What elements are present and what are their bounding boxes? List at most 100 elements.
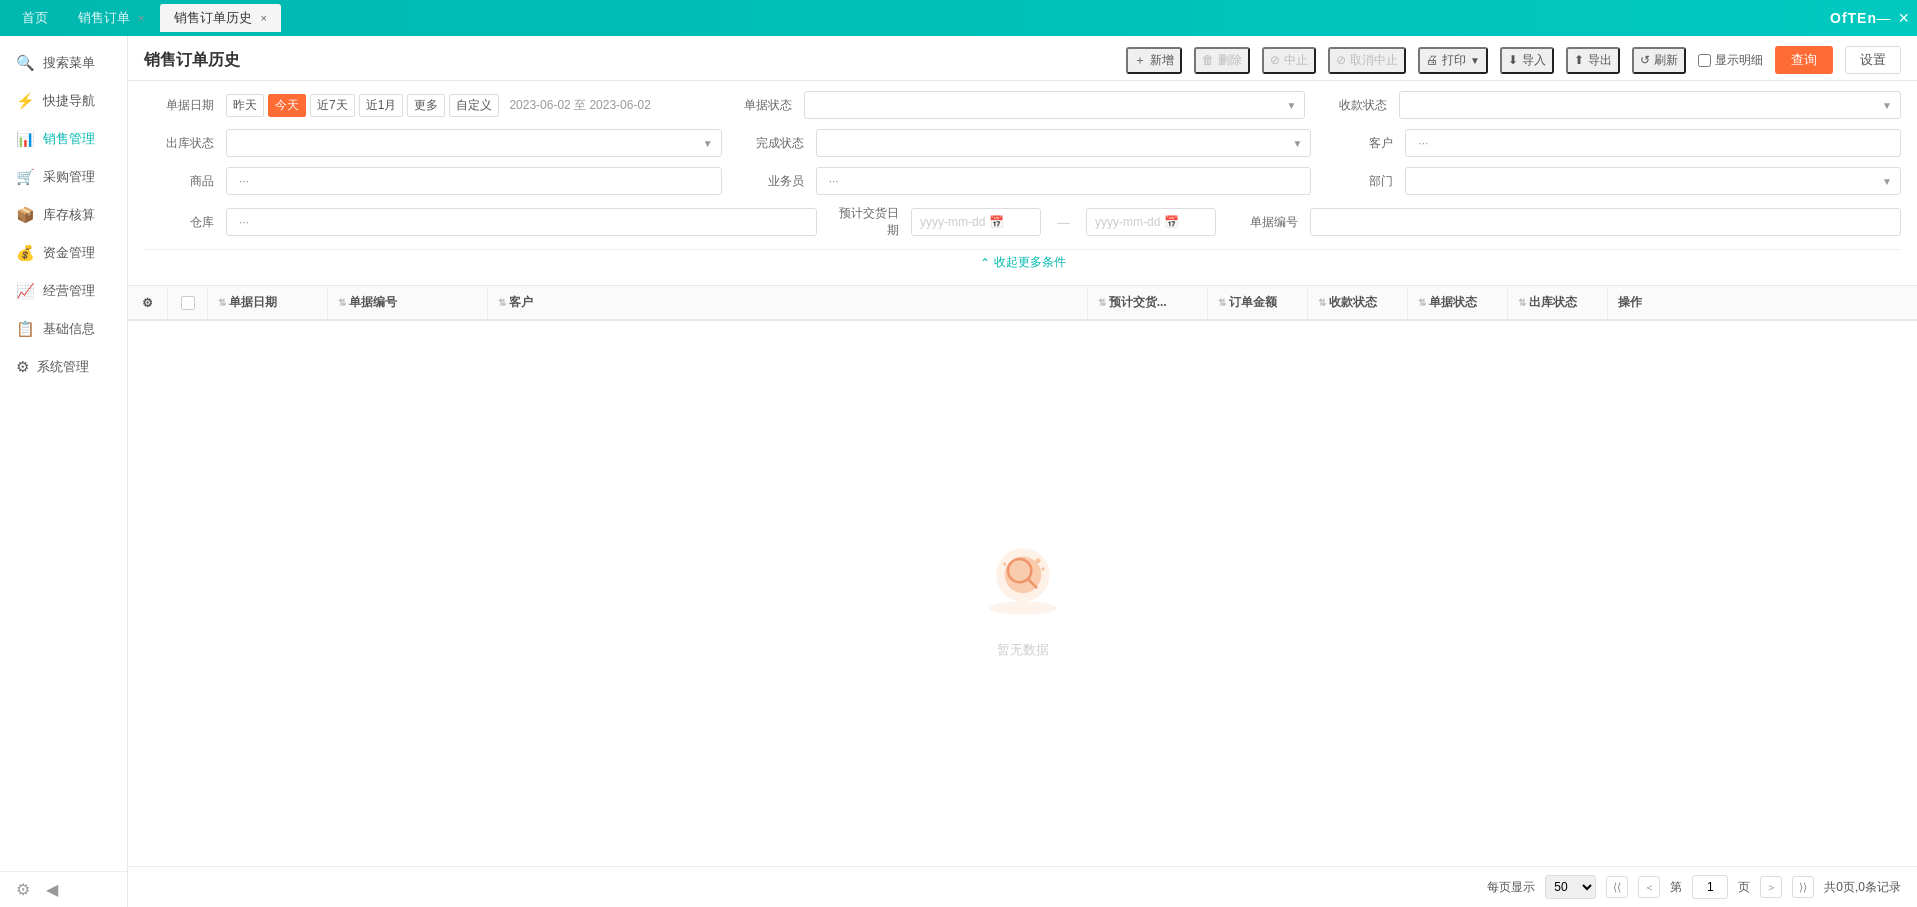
th-delivery[interactable]: ⇅ 预计交货... xyxy=(1088,286,1208,319)
salesman-input[interactable]: ··· xyxy=(816,167,1312,195)
goods-more-icon[interactable]: ··· xyxy=(235,174,253,188)
cancel-stop-icon: ⊘ xyxy=(1336,53,1346,67)
close-icon[interactable]: × xyxy=(1898,8,1909,29)
cancel-stop-button[interactable]: ⊘ 取消中止 xyxy=(1328,47,1406,74)
out-status-select[interactable]: ▼ xyxy=(226,129,722,157)
tab-home[interactable]: 首页 xyxy=(8,4,62,32)
goods-input[interactable]: ··· xyxy=(226,167,722,195)
date-btn-custom[interactable]: 自定义 xyxy=(449,94,499,117)
sidebar-settings-icon[interactable]: ⚙ xyxy=(16,880,30,899)
delete-button[interactable]: 🗑 删除 xyxy=(1194,47,1250,74)
collapse-btn[interactable]: ⌃ 收起更多条件 xyxy=(144,249,1901,275)
date-btn-yesterday[interactable]: 昨天 xyxy=(226,94,264,117)
display-cols-checkbox[interactable] xyxy=(1698,54,1711,67)
th-check[interactable] xyxy=(168,286,208,319)
pay-status-label: 收款状态 xyxy=(1317,97,1387,114)
tab-sales-order-history-close[interactable]: × xyxy=(260,12,266,24)
print-button[interactable]: 🖨 打印 ▼ xyxy=(1418,47,1488,74)
th-number-label: 单据编号 xyxy=(349,294,397,311)
customer-input[interactable]: ··· xyxy=(1405,129,1901,157)
sidebar-item-quick-nav[interactable]: ⚡ 快捷导航 xyxy=(0,82,127,120)
th-settings[interactable]: ⚙ xyxy=(128,286,168,319)
expected-date-end-placeholder: yyyy-mm-dd xyxy=(1095,215,1160,229)
stop-button[interactable]: ⊘ 中止 xyxy=(1262,47,1316,74)
quick-nav-icon: ⚡ xyxy=(16,92,35,110)
minimize-icon[interactable]: — xyxy=(1876,10,1890,26)
sidebar-item-sys-mgmt-label: 系统管理 xyxy=(37,358,89,376)
page-number-input[interactable] xyxy=(1692,875,1728,899)
cancel-stop-label: 取消中止 xyxy=(1350,52,1398,69)
th-amount[interactable]: ⇅ 订单金额 xyxy=(1208,286,1308,319)
th-order-status[interactable]: ⇅ 单据状态 xyxy=(1408,286,1508,319)
sidebar-item-purchase-mgmt[interactable]: 🛒 采购管理 xyxy=(0,158,127,196)
th-pay-status[interactable]: ⇅ 收款状态 xyxy=(1308,286,1408,319)
refresh-button[interactable]: ↺ 刷新 xyxy=(1632,47,1686,74)
sidebar-item-base-info-label: 基础信息 xyxy=(43,320,95,338)
sidebar-item-sales-mgmt[interactable]: 📊 销售管理 xyxy=(0,120,127,158)
set-button[interactable]: 设置 xyxy=(1845,46,1901,74)
calendar-start-icon[interactable]: 📅 xyxy=(989,215,1004,229)
date-btn-more[interactable]: 更多 xyxy=(407,94,445,117)
tab-sales-order-close[interactable]: × xyxy=(138,12,144,24)
calendar-end-icon[interactable]: 📅 xyxy=(1164,215,1179,229)
dept-select[interactable]: ▼ xyxy=(1405,167,1901,195)
th-out-status[interactable]: ⇅ 出库状态 xyxy=(1508,286,1608,319)
th-number[interactable]: ⇅ 单据编号 xyxy=(328,286,488,319)
sidebar-item-search-menu[interactable]: 🔍 搜索菜单 xyxy=(0,44,127,82)
tab-home-label: 首页 xyxy=(22,9,48,27)
print-arrow-icon: ▼ xyxy=(1470,55,1480,66)
query-button[interactable]: 查询 xyxy=(1775,46,1833,74)
th-date[interactable]: ⇅ 单据日期 xyxy=(208,286,328,319)
th-operation-label: 操作 xyxy=(1618,294,1642,311)
tab-sales-order[interactable]: 销售订单 × xyxy=(64,4,158,32)
sidebar-collapse-icon[interactable]: ◀ xyxy=(46,880,58,899)
goods-label: 商品 xyxy=(144,173,214,190)
warehouse-input[interactable]: ··· xyxy=(226,208,817,236)
export-button[interactable]: ⬆ 导出 xyxy=(1566,47,1620,74)
new-button[interactable]: ＋ 新增 xyxy=(1126,47,1182,74)
sidebar-item-fund-mgmt-label: 资金管理 xyxy=(43,244,95,262)
sidebar-item-sys-mgmt[interactable]: ⚙ 系统管理 xyxy=(0,348,127,386)
next-page-button[interactable]: ＞ xyxy=(1760,876,1782,898)
first-page-button[interactable]: ⟨⟨ xyxy=(1606,876,1628,898)
date-btn-today[interactable]: 今天 xyxy=(268,94,306,117)
last-page-button[interactable]: ⟩⟩ xyxy=(1792,876,1814,898)
display-cols-label: 显示明细 xyxy=(1715,52,1763,69)
th-customer[interactable]: ⇅ 客户 xyxy=(488,286,1088,319)
import-button[interactable]: ⬇ 导入 xyxy=(1500,47,1554,74)
sidebar-item-stock-check[interactable]: 📦 库存核算 xyxy=(0,196,127,234)
customer-more-icon[interactable]: ··· xyxy=(1414,136,1432,150)
order-no-input[interactable] xyxy=(1310,208,1901,236)
warehouse-more-icon[interactable]: ··· xyxy=(235,215,253,229)
date-btn-1month[interactable]: 近1月 xyxy=(359,94,404,117)
sidebar-item-biz-mgmt[interactable]: 📈 经营管理 xyxy=(0,272,127,310)
pay-status-select[interactable]: ▼ xyxy=(1399,91,1901,119)
th-order-status-label: 单据状态 xyxy=(1429,294,1477,311)
delete-icon: 🗑 xyxy=(1202,53,1214,67)
dept-arrow-icon: ▼ xyxy=(1882,176,1892,187)
th-delivery-label: 预计交货... xyxy=(1109,294,1167,311)
page-size-select[interactable]: 50 100 200 xyxy=(1545,875,1596,899)
expected-date-start[interactable]: yyyy-mm-dd 📅 xyxy=(911,208,1041,236)
search-menu-icon: 🔍 xyxy=(16,54,35,72)
header-checkbox[interactable] xyxy=(181,296,195,310)
prev-page-button[interactable]: ＜ xyxy=(1638,876,1660,898)
th-out-status-label: 出库状态 xyxy=(1529,294,1577,311)
content-area: 销售订单历史 ＋ 新增 🗑 删除 ⊘ 中止 ⊘ 取消中止 xyxy=(128,36,1917,907)
warehouse-label: 仓库 xyxy=(144,214,214,231)
th-customer-label: 客户 xyxy=(509,294,533,311)
expected-date-start-placeholder: yyyy-mm-dd xyxy=(920,215,985,229)
print-icon: 🖨 xyxy=(1426,53,1438,67)
date-control: 昨天 今天 近7天 近1月 更多 自定义 2023-06-02 至 2023-0… xyxy=(226,94,710,117)
date-btn-7days[interactable]: 近7天 xyxy=(310,94,355,117)
sidebar-item-base-info[interactable]: 📋 基础信息 xyxy=(0,310,127,348)
sidebar-item-fund-mgmt[interactable]: 💰 资金管理 xyxy=(0,234,127,272)
tab-sales-order-history[interactable]: 销售订单历史 × xyxy=(160,4,280,32)
pay-status-arrow-icon: ▼ xyxy=(1882,100,1892,111)
expected-date-end[interactable]: yyyy-mm-dd 📅 xyxy=(1086,208,1216,236)
complete-status-select[interactable]: ▼ xyxy=(816,129,1312,157)
sort-icon-pay: ⇅ xyxy=(1318,297,1326,308)
order-status-select[interactable]: ▼ xyxy=(804,91,1306,119)
salesman-more-icon[interactable]: ··· xyxy=(825,174,843,188)
sidebar-item-search-menu-label: 搜索菜单 xyxy=(43,54,95,72)
